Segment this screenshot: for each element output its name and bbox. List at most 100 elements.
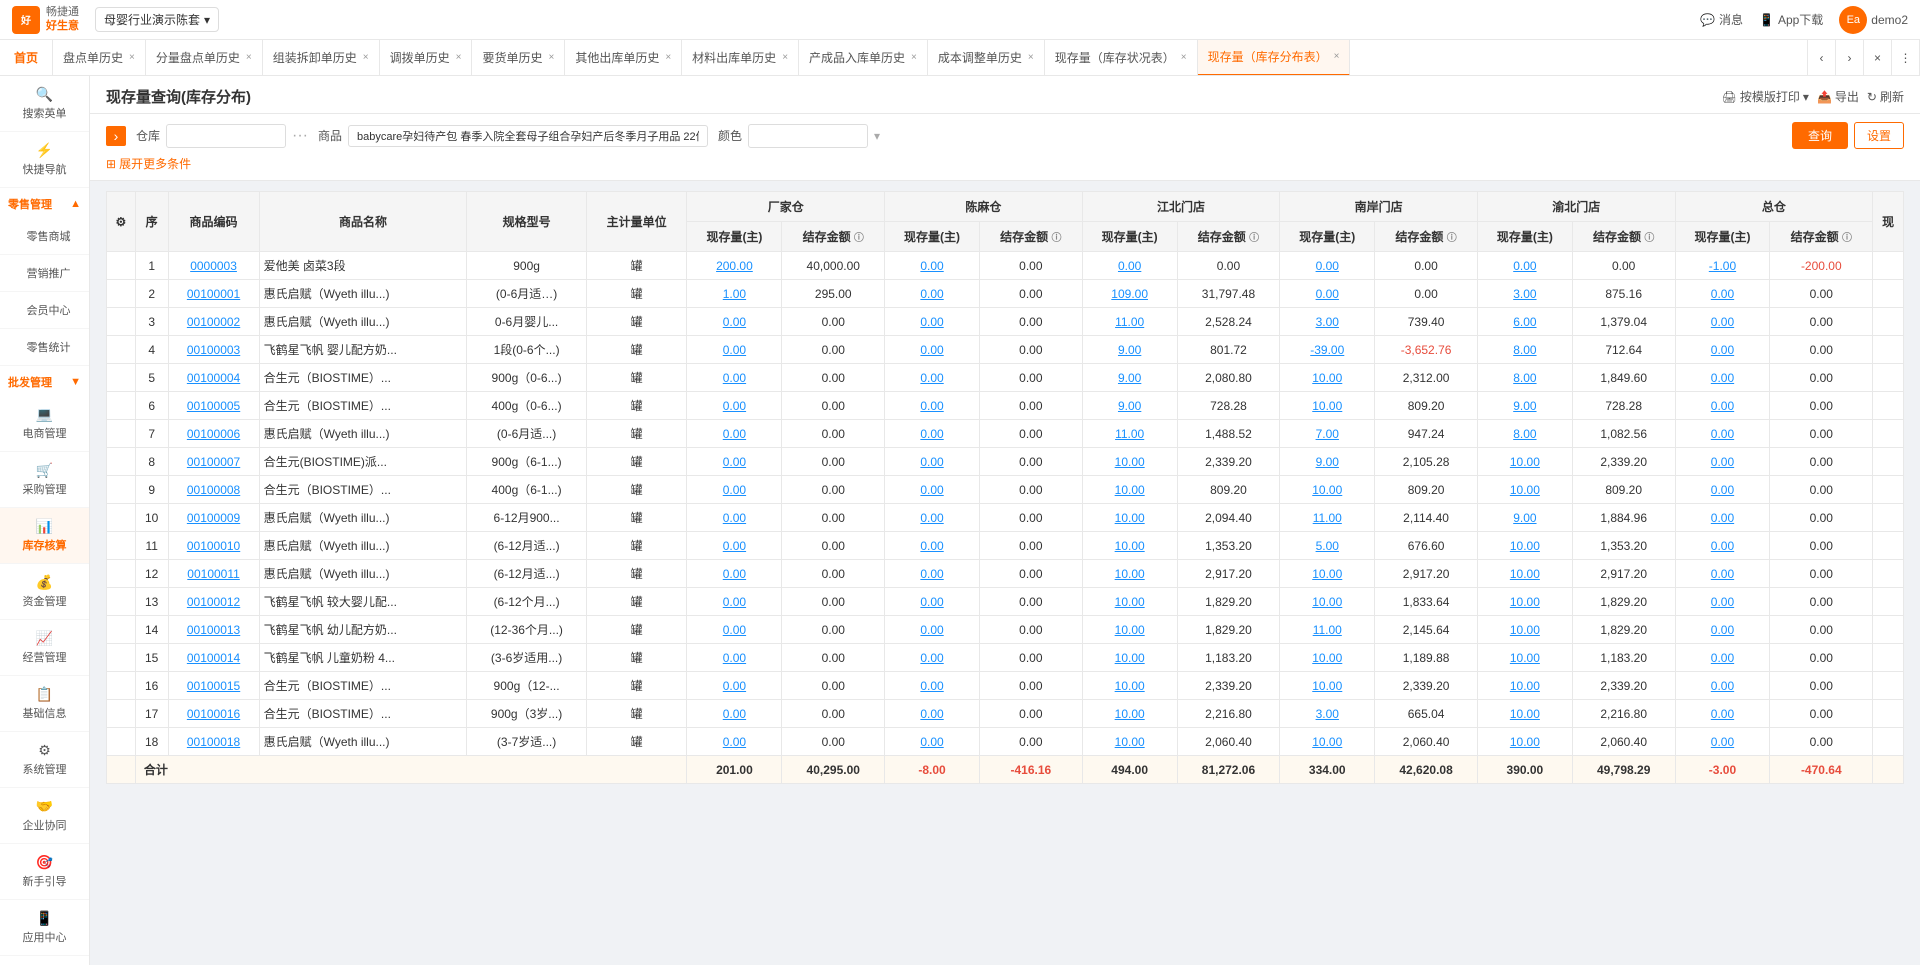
tab-material-out[interactable]: 材料出库单历史×: [682, 40, 799, 76]
row-settings[interactable]: [107, 280, 136, 308]
row-settings[interactable]: [107, 644, 136, 672]
goods-input[interactable]: [348, 125, 708, 147]
tab-inventory-check[interactable]: 盘点单历史×: [53, 40, 146, 76]
tab-outbound[interactable]: 其他出库单历史×: [565, 40, 682, 76]
row-chen-qty[interactable]: 0.00: [885, 392, 980, 420]
row-code[interactable]: 00100004: [168, 364, 259, 392]
row-total-qty[interactable]: 0.00: [1675, 448, 1770, 476]
row-jb-qty[interactable]: 0.00: [1082, 252, 1177, 280]
row-total-qty[interactable]: -1.00: [1675, 252, 1770, 280]
row-code[interactable]: 00100007: [168, 448, 259, 476]
row-yb-qty[interactable]: 8.00: [1477, 420, 1572, 448]
row-settings[interactable]: [107, 252, 136, 280]
row-settings[interactable]: [107, 476, 136, 504]
row-jb-qty[interactable]: 10.00: [1082, 588, 1177, 616]
row-settings[interactable]: [107, 532, 136, 560]
row-fac-qty[interactable]: 0.00: [687, 588, 782, 616]
row-chen-qty[interactable]: 0.00: [885, 504, 980, 532]
row-fac-qty[interactable]: 0.00: [687, 700, 782, 728]
row-total-qty[interactable]: 0.00: [1675, 336, 1770, 364]
close-icon[interactable]: ×: [911, 52, 917, 63]
row-na-qty[interactable]: 9.00: [1280, 448, 1375, 476]
row-jb-qty[interactable]: 109.00: [1082, 280, 1177, 308]
row-chen-qty[interactable]: 0.00: [885, 420, 980, 448]
sidebar-item-guide[interactable]: 🎯 新手引导: [0, 844, 89, 900]
close-icon[interactable]: ×: [129, 52, 135, 63]
row-code[interactable]: 00100011: [168, 560, 259, 588]
sidebar-section-retail[interactable]: 零售管理 ▲: [0, 188, 89, 218]
tab-assembly[interactable]: 组装拆卸单历史×: [263, 40, 380, 76]
row-code[interactable]: 00100005: [168, 392, 259, 420]
sidebar-item-ops[interactable]: 📈 经营管理: [0, 620, 89, 676]
nav-prev-btn[interactable]: ‹: [1808, 40, 1836, 76]
sidebar-item-retail-stats[interactable]: 零售统计: [0, 329, 89, 366]
row-code[interactable]: 00100008: [168, 476, 259, 504]
row-chen-qty[interactable]: 0.00: [885, 476, 980, 504]
row-code[interactable]: 00100013: [168, 616, 259, 644]
tab-stock-status[interactable]: 现存量（库存状况表）×: [1045, 40, 1198, 76]
row-na-qty[interactable]: -39.00: [1280, 336, 1375, 364]
sidebar-item-mall[interactable]: 零售商城: [0, 218, 89, 255]
sidebar-item-nav[interactable]: ⚡ 快捷导航: [0, 132, 89, 188]
row-total-qty[interactable]: 0.00: [1675, 532, 1770, 560]
row-fac-qty[interactable]: 0.00: [687, 504, 782, 532]
row-na-qty[interactable]: 11.00: [1280, 616, 1375, 644]
close-icon[interactable]: ×: [665, 52, 671, 63]
chevron-down-icon[interactable]: ▾: [874, 129, 880, 143]
row-jb-qty[interactable]: 10.00: [1082, 728, 1177, 756]
row-code[interactable]: 00100001: [168, 280, 259, 308]
row-yb-qty[interactable]: 10.00: [1477, 588, 1572, 616]
row-fac-qty[interactable]: 0.00: [687, 392, 782, 420]
row-total-qty[interactable]: 0.00: [1675, 476, 1770, 504]
row-fac-qty[interactable]: 0.00: [687, 336, 782, 364]
row-na-qty[interactable]: 5.00: [1280, 532, 1375, 560]
row-jb-qty[interactable]: 11.00: [1082, 420, 1177, 448]
row-jb-qty[interactable]: 10.00: [1082, 476, 1177, 504]
tab-partial-check[interactable]: 分量盘点单历史×: [146, 40, 263, 76]
row-yb-qty[interactable]: 3.00: [1477, 280, 1572, 308]
row-fac-qty[interactable]: 0.00: [687, 644, 782, 672]
sidebar-section-wholesale[interactable]: 批发管理 ▼: [0, 366, 89, 396]
row-yb-qty[interactable]: 10.00: [1477, 672, 1572, 700]
row-na-qty[interactable]: 7.00: [1280, 420, 1375, 448]
row-yb-qty[interactable]: 10.00: [1477, 616, 1572, 644]
row-total-qty[interactable]: 0.00: [1675, 308, 1770, 336]
row-fac-qty[interactable]: 0.00: [687, 364, 782, 392]
row-jb-qty[interactable]: 10.00: [1082, 672, 1177, 700]
row-total-qty[interactable]: 0.00: [1675, 504, 1770, 532]
row-settings[interactable]: [107, 728, 136, 756]
sidebar-item-base[interactable]: 📋 基础信息: [0, 676, 89, 732]
tab-cost-adjust[interactable]: 成本调整单历史×: [928, 40, 1045, 76]
sidebar-item-apps[interactable]: 📱 应用中心: [0, 900, 89, 956]
row-settings[interactable]: [107, 336, 136, 364]
row-na-qty[interactable]: 3.00: [1280, 700, 1375, 728]
row-settings[interactable]: [107, 700, 136, 728]
row-fac-qty[interactable]: 0.00: [687, 728, 782, 756]
row-na-qty[interactable]: 10.00: [1280, 476, 1375, 504]
row-settings[interactable]: [107, 364, 136, 392]
row-settings[interactable]: [107, 392, 136, 420]
row-chen-qty[interactable]: 0.00: [885, 560, 980, 588]
row-chen-qty[interactable]: 0.00: [885, 308, 980, 336]
row-fac-qty[interactable]: 0.00: [687, 532, 782, 560]
row-total-qty[interactable]: 0.00: [1675, 280, 1770, 308]
row-jb-qty[interactable]: 10.00: [1082, 448, 1177, 476]
warehouse-input[interactable]: [166, 124, 286, 148]
nav-menu-btn[interactable]: ⋮: [1892, 40, 1920, 76]
row-jb-qty[interactable]: 11.00: [1082, 308, 1177, 336]
sidebar-item-marketing[interactable]: 营销推广: [0, 255, 89, 292]
expand-more-btn[interactable]: ⊞ 展开更多条件: [106, 155, 1904, 172]
row-total-qty[interactable]: 0.00: [1675, 644, 1770, 672]
row-settings[interactable]: [107, 588, 136, 616]
row-yb-qty[interactable]: 10.00: [1477, 532, 1572, 560]
row-code[interactable]: 0000003: [168, 252, 259, 280]
row-jb-qty[interactable]: 10.00: [1082, 532, 1177, 560]
col-settings-header[interactable]: ⚙: [107, 192, 136, 252]
sidebar-item-ecommerce[interactable]: 💻 电商管理: [0, 396, 89, 452]
row-fac-qty[interactable]: 0.00: [687, 448, 782, 476]
row-yb-qty[interactable]: 6.00: [1477, 308, 1572, 336]
row-settings[interactable]: [107, 616, 136, 644]
tab-stock-dist[interactable]: 现存量（库存分布表）×: [1198, 40, 1351, 76]
row-code[interactable]: 00100018: [168, 728, 259, 756]
row-code[interactable]: 00100010: [168, 532, 259, 560]
